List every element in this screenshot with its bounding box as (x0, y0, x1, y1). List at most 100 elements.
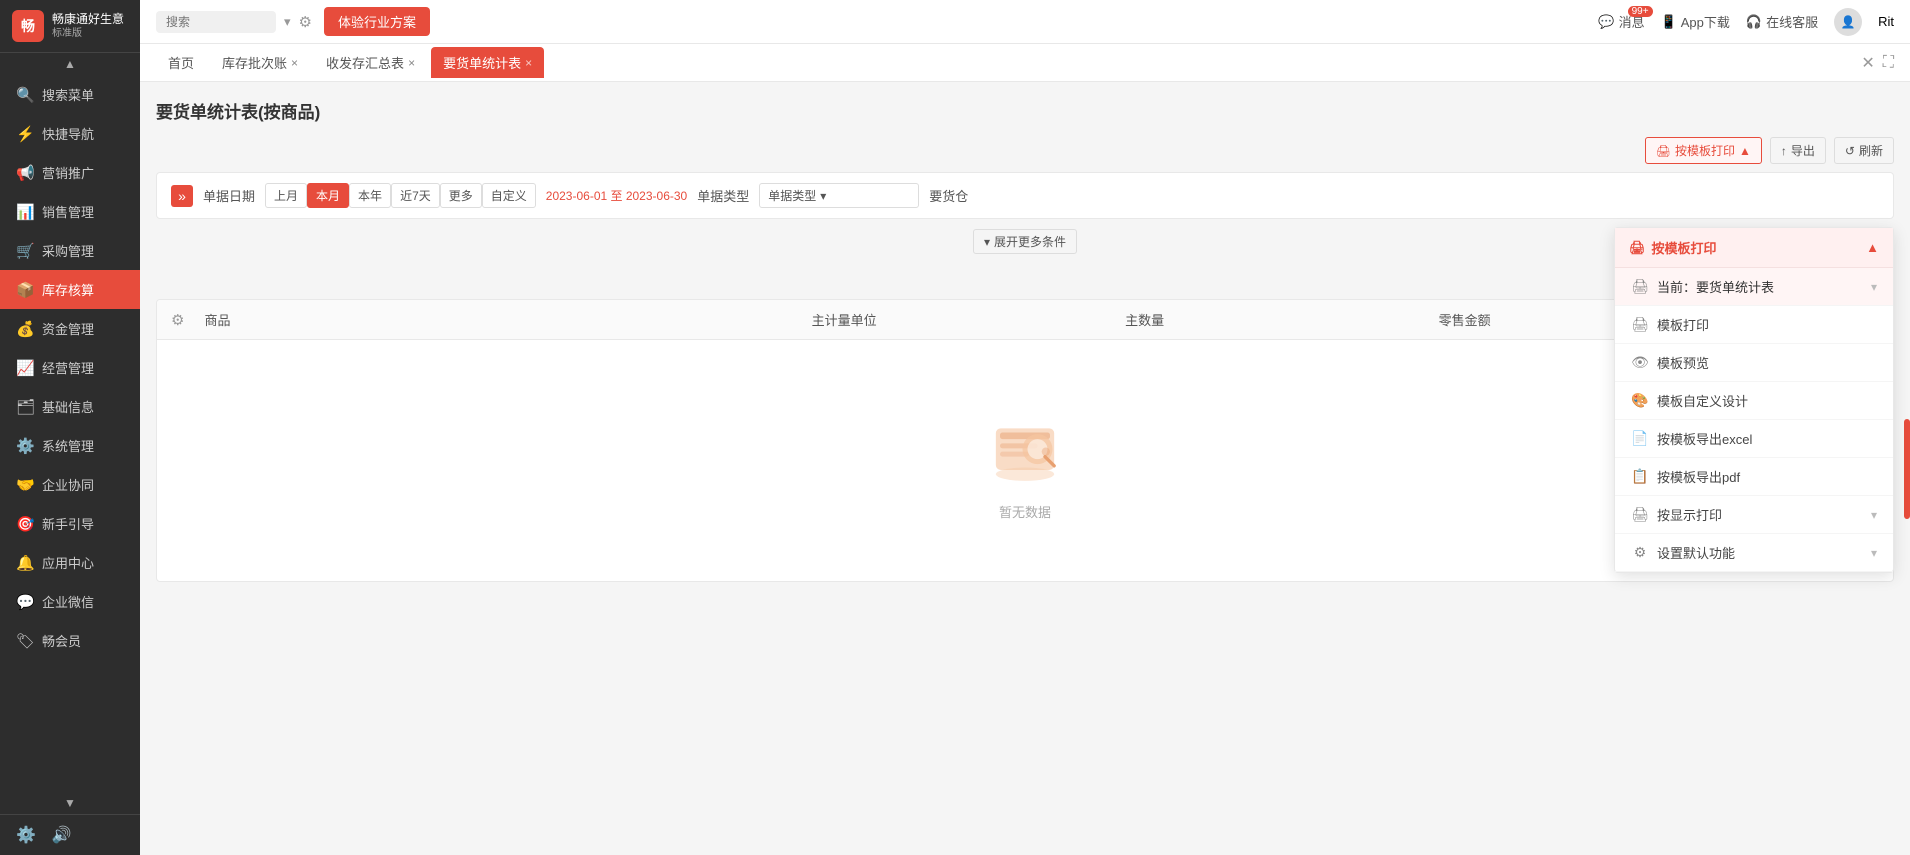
dropdown-item-icon-template-custom: 🎨 (1631, 392, 1649, 409)
date-btn-更多[interactable]: 更多 (440, 183, 482, 208)
avatar[interactable]: 👤 (1834, 8, 1862, 36)
sidebar-label-appstore: 应用中心 (42, 553, 94, 572)
table-col-settings[interactable]: ⚙ (171, 311, 184, 329)
sidebar-label-search: 搜索菜单 (42, 85, 94, 104)
sidebar-label-finance: 资金管理 (42, 319, 94, 338)
sidebar-icon-search: 🔍 (16, 86, 34, 104)
username: Rit (1878, 14, 1894, 29)
dropdown-item-default-function[interactable]: ⚙ 设置默认功能 ▾ (1615, 534, 1893, 572)
tab-close-collection-summary[interactable]: × (408, 56, 415, 70)
topbar-gear-icon[interactable]: ⚙ (299, 13, 312, 31)
dropdown-item-label-template-excel: 按模板导出excel (1657, 429, 1752, 448)
dropdown-item-icon-template-excel: 📄 (1631, 430, 1649, 447)
dropdown-close-icon[interactable]: ▲ (1866, 240, 1879, 255)
sidebar-item-purchase[interactable]: 🛒采购管理 (0, 231, 140, 270)
dropdown-item-icon-template-preview: 👁 (1631, 354, 1649, 371)
sidebar-icon-system: ⚙️ (16, 437, 34, 455)
sidebar-item-inventory[interactable]: 📦库存核算 (0, 270, 140, 309)
sidebar-footer: ⚙️ 🔊 (0, 814, 140, 855)
print-btn[interactable]: 🖨 按模板打印 ▲ (1645, 137, 1762, 164)
sidebar-item-appstore[interactable]: 🔔应用中心 (0, 543, 140, 582)
online-service-btn[interactable]: 🎧 在线客服 (1746, 12, 1818, 31)
sidebar-item-basic[interactable]: 🗂基础信息 (0, 387, 140, 426)
expand-more-btn[interactable]: ▾ 展开更多条件 (973, 229, 1077, 254)
sidebar-scroll-down[interactable]: ▼ (0, 792, 140, 814)
sidebar-item-search[interactable]: 🔍 搜索菜单 (0, 75, 140, 114)
table-col-goods: 商品 (204, 310, 791, 329)
dropdown-header-icon: 🖨 (1629, 240, 1646, 256)
sidebar-label-wechat: 企业微信 (42, 592, 94, 611)
tab-collection-summary[interactable]: 收发存汇总表× (314, 47, 427, 78)
tab-close-all-btn[interactable]: ✕ (1861, 53, 1874, 73)
dropdown-item-template-excel[interactable]: 📄 按模板导出excel (1615, 420, 1893, 458)
app-name: 畅康通好生意 标准版 (52, 12, 124, 41)
trial-btn[interactable]: 体验行业方案 (324, 7, 430, 36)
date-btn-上月[interactable]: 上月 (265, 183, 307, 208)
sound-icon[interactable]: 🔊 (52, 825, 72, 845)
sidebar-scroll-up[interactable]: ▲ (0, 53, 140, 75)
tab-home[interactable]: 首页 (156, 47, 206, 78)
dropdown-item-icon-display-print: 🖨 (1631, 506, 1649, 523)
export-btn[interactable]: ↑ 导出 (1770, 137, 1826, 164)
tab-close-batch-accounts[interactable]: × (291, 56, 298, 70)
date-btn-本月[interactable]: 本月 (307, 183, 349, 208)
sidebar-item-operations[interactable]: 📈经营管理 (0, 348, 140, 387)
dropdown-item-icon-template-pdf: 📋 (1631, 468, 1649, 485)
sidebar-item-marketing[interactable]: 📢 营销推广 (0, 153, 140, 192)
sidebar-item-quick-nav[interactable]: ⚡快捷导航 (0, 114, 140, 153)
sidebar-logo: 畅 畅康通好生意 标准版 (0, 0, 140, 53)
dropdown-item-label-template-preview: 模板预览 (1657, 353, 1709, 372)
type-filter-label: 单据类型 (697, 186, 749, 205)
dropdown-item-label-template-custom: 模板自定义设计 (1657, 391, 1748, 410)
sidebar-item-collab[interactable]: 🤝企业协同 (0, 465, 140, 504)
tab-expand-btn[interactable]: ⛶ (1883, 54, 1894, 72)
date-btn-本年[interactable]: 本年 (349, 183, 391, 208)
app-download-btn[interactable]: 📱 App下载 (1661, 12, 1730, 31)
search-dropdown-icon[interactable]: ▾ (284, 14, 291, 30)
dropdown-item-arrow-display-print: ▾ (1871, 508, 1877, 522)
print-dropdown-panel: 🖨 按模板打印 ▲ 🖨 当前：要货单统计表 ▾ 🖨 模板打印 👁 模板预览 🎨 … (1614, 227, 1894, 573)
dropdown-item-template-custom[interactable]: 🎨 模板自定义设计 (1615, 382, 1893, 420)
sidebar-item-guide[interactable]: 🎯新手引导 (0, 504, 140, 543)
refresh-btn[interactable]: ↺ 刷新 (1834, 137, 1894, 164)
sidebar-label-sales: 销售管理 (42, 202, 94, 221)
dropdown-item-label-display-print: 按显示打印 (1657, 505, 1722, 524)
search-input[interactable] (156, 11, 276, 33)
tab-order-stats[interactable]: 要货单统计表 × (431, 47, 544, 78)
dropdown-item-template-preview[interactable]: 👁 模板预览 (1615, 344, 1893, 382)
current-item-label: 当前：要货单统计表 (1657, 277, 1774, 296)
dropdown-current-item[interactable]: 🖨 当前：要货单统计表 ▾ (1615, 268, 1893, 306)
tab-close-order-stats[interactable]: × (525, 56, 532, 70)
tabs-bar: 首页库存批次账×收发存汇总表× 要货单统计表 × ✕ ⛶ (140, 44, 1910, 82)
dropdown-item-display-print[interactable]: 🖨 按显示打印 ▾ (1615, 496, 1893, 534)
settings-icon[interactable]: ⚙️ (16, 825, 36, 845)
date-btn-自定义[interactable]: 自定义 (482, 183, 536, 208)
notifications-btn[interactable]: 💬 消息 99+ (1598, 12, 1644, 31)
sidebar-item-sales[interactable]: 📊销售管理 (0, 192, 140, 231)
filter-expand-btn[interactable]: » (171, 185, 193, 207)
date-btn-近7天[interactable]: 近7天 (391, 183, 440, 208)
filter-bar: » 单据日期 上月本月本年近7天更多自定义 2023-06-01 至 2023-… (156, 172, 1894, 219)
sidebar-label-collab: 企业协同 (42, 475, 94, 494)
sidebar-item-system[interactable]: ⚙️ 系统管理 (0, 426, 140, 465)
sidebar-item-finance[interactable]: 💰资金管理 (0, 309, 140, 348)
app-logo-icon: 畅 (12, 10, 44, 42)
sidebar-label-marketing: 营销推广 (42, 163, 94, 182)
dropdown-item-label-template-print: 模板打印 (1657, 315, 1709, 334)
sidebar-icon-marketing: 📢 (16, 164, 34, 182)
type-filter-select[interactable]: 单据类型 ▾ (759, 183, 919, 208)
date-filter-label: 单据日期 (203, 186, 255, 205)
sidebar-label-system: 系统管理 (42, 436, 94, 455)
table-col-unit: 主计量单位 (812, 310, 1106, 329)
dropdown-item-template-pdf[interactable]: 📋 按模板导出pdf (1615, 458, 1893, 496)
tab-label-order-stats: 要货单统计表 (443, 53, 521, 72)
dropdown-header: 🖨 按模板打印 ▲ (1615, 228, 1893, 268)
sidebar-item-member[interactable]: 🏷畅会员 (0, 621, 140, 660)
dropdown-item-template-print[interactable]: 🖨 模板打印 (1615, 306, 1893, 344)
sidebar-nav: 🔍 搜索菜单 ⚡快捷导航 📢 营销推广 📊销售管理🛒采购管理📦库存核算💰资金管理📈经营管理… (0, 75, 140, 792)
sidebar-icon-quick-nav: ⚡ (16, 125, 34, 143)
sidebar-item-wechat[interactable]: 💬企业微信 (0, 582, 140, 621)
notifications-badge: 99+ (1628, 6, 1653, 17)
tab-batch-accounts[interactable]: 库存批次账× (210, 47, 310, 78)
sidebar-label-member: 畅会员 (42, 631, 81, 650)
